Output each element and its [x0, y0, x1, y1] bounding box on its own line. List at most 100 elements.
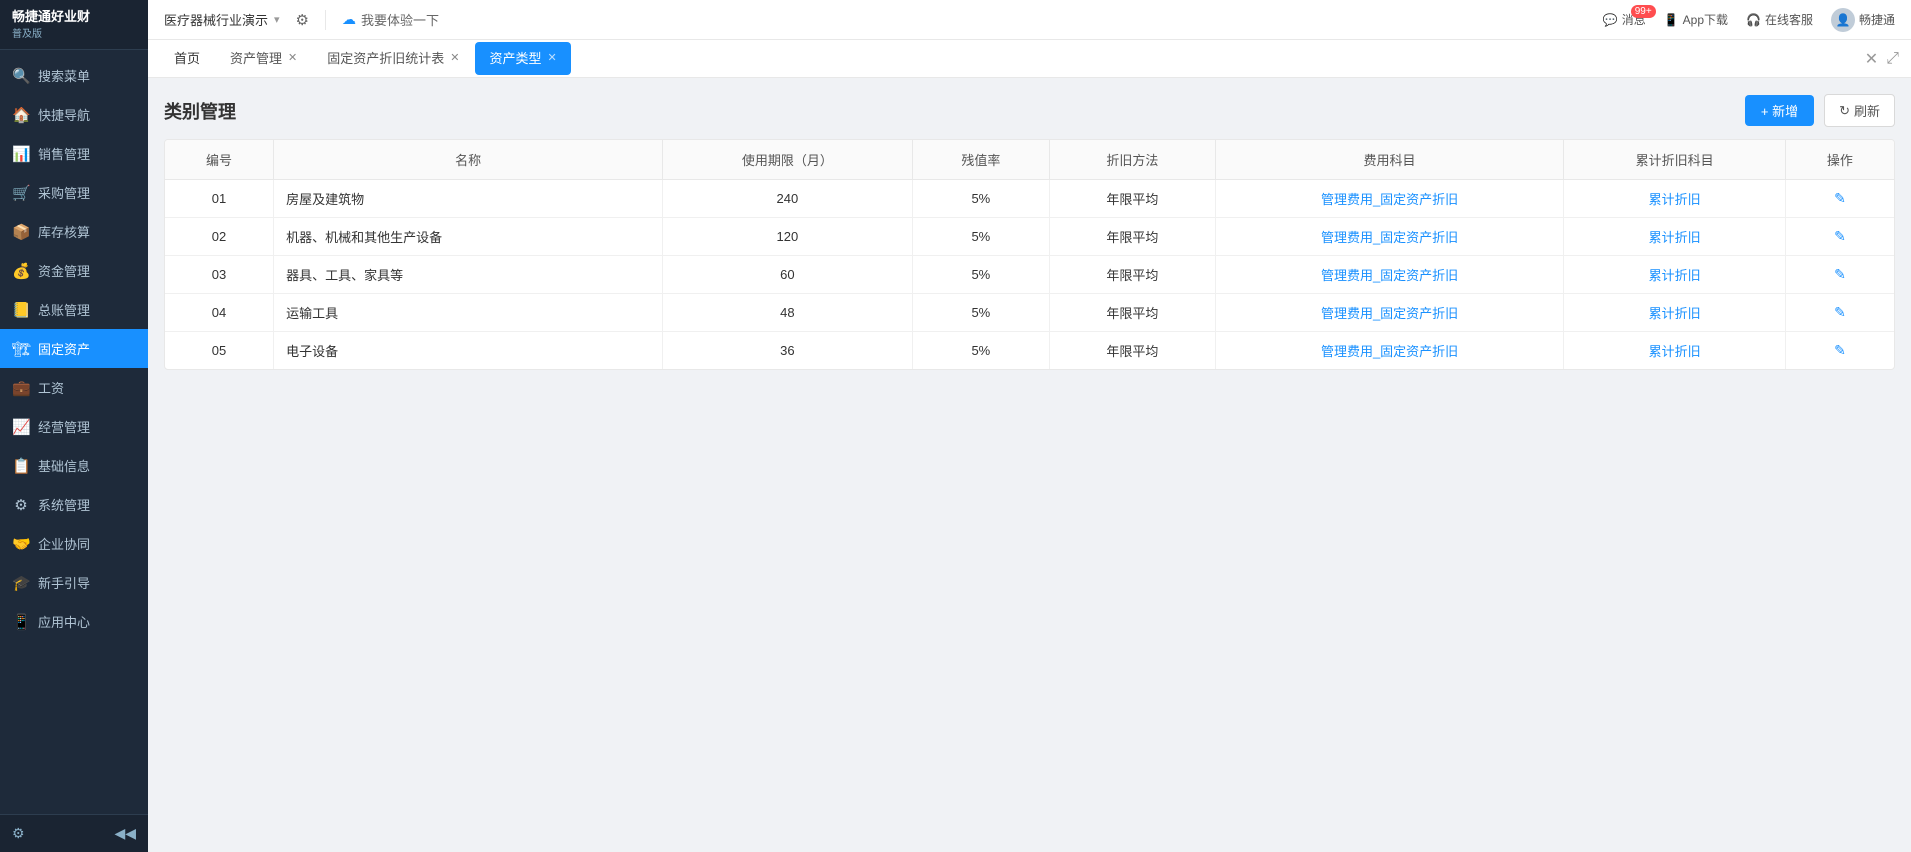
sidebar-bottom: ⚙ ◀◀: [0, 814, 148, 852]
settings-icon[interactable]: ⚙: [12, 825, 25, 842]
table-cell: 05: [165, 332, 274, 370]
table-cell: 累计折旧: [1564, 332, 1785, 370]
content-area: 类别管理 + 新增 ↻ 刷新 编号名称使用期限（月）残值率折旧方法费用科目累计折…: [148, 78, 1911, 852]
sidebar-item-采购管理[interactable]: 🛒 采购管理: [0, 173, 148, 212]
sidebar-item-快捷导航[interactable]: 🏠 快捷导航: [0, 95, 148, 134]
sidebar-icon: ⚙: [12, 496, 30, 514]
refresh-button[interactable]: ↻ 刷新: [1824, 94, 1895, 127]
collapse-icon[interactable]: ◀◀: [114, 825, 136, 842]
sidebar-icon: 🏠: [12, 106, 30, 124]
table-cell: 5%: [912, 332, 1050, 370]
table-cell: 5%: [912, 294, 1050, 332]
table-cell: 01: [165, 180, 274, 218]
sidebar-label: 新手引导: [38, 573, 90, 592]
sidebar-icon: 📈: [12, 418, 30, 436]
sidebar-label: 采购管理: [38, 183, 90, 202]
sidebar-item-新手引导[interactable]: 🎓 新手引导: [0, 563, 148, 602]
company-selector[interactable]: 医疗器械行业演示 ▾: [164, 10, 280, 29]
customer-service-button[interactable]: 🎧 在线客服: [1746, 11, 1813, 28]
close-tab-icon[interactable]: ✕: [450, 51, 459, 64]
sidebar-item-资金管理[interactable]: 💰 资金管理: [0, 251, 148, 290]
sidebar-item-企业协同[interactable]: 🤝企业协同: [0, 524, 148, 563]
sidebar-icon: 🎓: [12, 574, 30, 592]
user-button[interactable]: 👤 畅捷通: [1831, 8, 1895, 32]
sidebar-label: 销售管理: [38, 144, 90, 163]
experience-button[interactable]: ☁ 我要体验一下: [342, 10, 439, 29]
table-cell: 年限平均: [1050, 256, 1216, 294]
tab-固定资产折旧统计表[interactable]: 固定资产折旧统计表 ✕: [313, 42, 473, 75]
sidebar-logo: 畅捷通好业财 普及版: [0, 0, 148, 50]
expand-window-icon[interactable]: ⤢: [1886, 50, 1899, 68]
topbar: 医疗器械行业演示 ▾ ⚙ ☁ 我要体验一下 💬 消息 99+ 📱 App下载 🎧…: [148, 0, 1911, 40]
sidebar-label: 系统管理: [38, 495, 90, 514]
sidebar-item-固定资产[interactable]: 🏗固定资产: [0, 329, 148, 368]
tab-首页[interactable]: 首页: [160, 42, 214, 75]
tab-资产管理[interactable]: 资产管理 ✕: [216, 42, 311, 75]
sidebar-label: 资金管理: [38, 261, 90, 280]
sidebar-item-总账管理[interactable]: 📒总账管理: [0, 290, 148, 329]
message-badge: 99+: [1631, 5, 1656, 18]
sidebar-item-工资[interactable]: 💼工资: [0, 368, 148, 407]
logo-title: 畅捷通好业财: [12, 9, 90, 26]
sidebar-icon: 📦: [12, 223, 30, 241]
col-header: 折旧方法: [1050, 140, 1216, 180]
app-download-button[interactable]: 📱 App下载: [1664, 11, 1728, 28]
close-tab-icon[interactable]: ✕: [288, 51, 297, 64]
table-cell: 04: [165, 294, 274, 332]
page-title: 类别管理: [164, 98, 236, 124]
tab-资产类型[interactable]: 资产类型✕: [475, 42, 570, 75]
sidebar-icon: 🤝: [12, 535, 30, 553]
logo-subtitle: 普及版: [12, 25, 90, 40]
close-tab-icon[interactable]: ✕: [548, 51, 557, 64]
customer-service-label: 在线客服: [1765, 11, 1813, 28]
edit-action[interactable]: ✎: [1785, 180, 1894, 218]
message-icon: 💬: [1603, 13, 1618, 27]
sidebar-label: 总账管理: [38, 300, 90, 319]
table-cell: 48: [663, 294, 912, 332]
new-button[interactable]: + 新增: [1745, 95, 1814, 126]
sidebar-icon: 📱: [12, 613, 30, 631]
sidebar-item-销售管理[interactable]: 📊销售管理: [0, 134, 148, 173]
edit-action[interactable]: ✎: [1785, 294, 1894, 332]
category-table: 编号名称使用期限（月）残值率折旧方法费用科目累计折旧科目操作 01房屋及建筑物2…: [164, 139, 1895, 370]
sidebar-item-系统管理[interactable]: ⚙ 系统管理: [0, 485, 148, 524]
sidebar-icon: 💰: [12, 262, 30, 280]
user-name: 畅捷通: [1859, 11, 1895, 28]
cloud-icon: ☁: [342, 11, 356, 28]
sidebar-item-应用中心[interactable]: 📱应用中心: [0, 602, 148, 641]
tab-label: 资产管理: [230, 48, 282, 67]
sidebar-item-经营管理[interactable]: 📈经营管理: [0, 407, 148, 446]
edit-action[interactable]: ✎: [1785, 256, 1894, 294]
close-window-icon[interactable]: ✕: [1865, 49, 1878, 69]
table-cell: 120: [663, 218, 912, 256]
col-header: 累计折旧科目: [1564, 140, 1785, 180]
messages-button[interactable]: 💬 消息 99+: [1603, 11, 1646, 28]
edit-action[interactable]: ✎: [1785, 332, 1894, 370]
sidebar-icon: 🛒: [12, 184, 30, 202]
tab-label: 首页: [174, 48, 200, 67]
table-cell: 60: [663, 256, 912, 294]
sidebar-item-基础信息[interactable]: 📋基础信息: [0, 446, 148, 485]
table-cell: 36: [663, 332, 912, 370]
table-cell: 管理费用_固定资产折旧: [1215, 218, 1564, 256]
page-actions: + 新增 ↻ 刷新: [1745, 94, 1895, 127]
tab-label: 固定资产折旧统计表: [327, 48, 444, 67]
chevron-down-icon: ▾: [274, 13, 280, 26]
sidebar-icon: 🏗: [12, 340, 30, 358]
settings-icon[interactable]: ⚙: [296, 11, 309, 29]
table-cell: 累计折旧: [1564, 218, 1785, 256]
table: 编号名称使用期限（月）残值率折旧方法费用科目累计折旧科目操作 01房屋及建筑物2…: [165, 140, 1894, 369]
headset-icon: 🎧: [1746, 13, 1761, 27]
sidebar-item-搜索菜单[interactable]: 🔍搜索菜单: [0, 56, 148, 95]
table-cell: 5%: [912, 180, 1050, 218]
sidebar-label: 库存核算: [38, 222, 90, 241]
sidebar-label: 快捷导航: [38, 105, 90, 124]
topbar-right: 💬 消息 99+ 📱 App下载 🎧 在线客服 👤 畅捷通: [1603, 8, 1895, 32]
table-cell: 器具、工具、家具等: [274, 256, 663, 294]
table-row: 03器具、工具、家具等605%年限平均管理费用_固定资产折旧累计折旧✎: [165, 256, 1894, 294]
edit-action[interactable]: ✎: [1785, 218, 1894, 256]
table-row: 01房屋及建筑物2405%年限平均管理费用_固定资产折旧累计折旧✎: [165, 180, 1894, 218]
col-header: 费用科目: [1215, 140, 1564, 180]
sidebar-item-库存核算[interactable]: 📦 库存核算: [0, 212, 148, 251]
table-cell: 240: [663, 180, 912, 218]
